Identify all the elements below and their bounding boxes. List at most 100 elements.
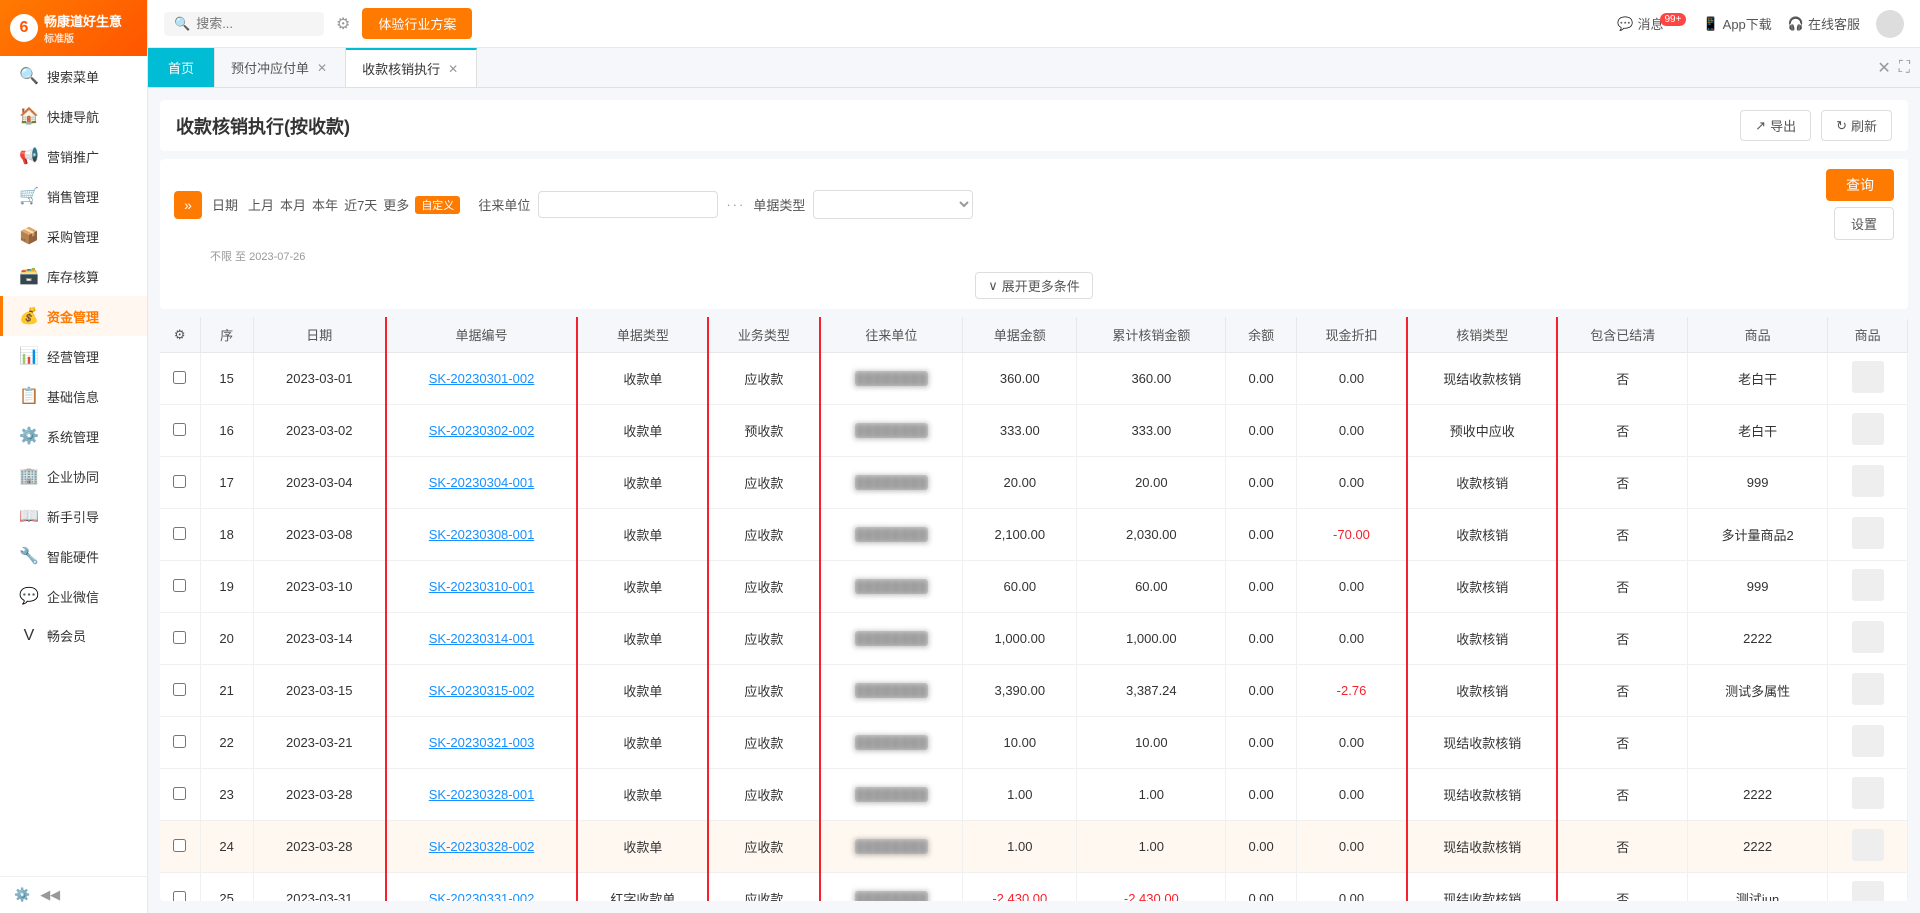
sidebar-label-basic: 基础信息 <box>47 387 99 406</box>
td-checkbox[interactable] <box>160 665 200 717</box>
voucher-no-link[interactable]: SK-20230328-002 <box>429 839 535 854</box>
export-btn[interactable]: ↗ 导出 <box>1740 110 1811 141</box>
query-btn[interactable]: 查询 <box>1826 169 1894 201</box>
gear-icon[interactable]: ⚙ <box>336 14 350 34</box>
date-more[interactable]: 更多 <box>383 195 409 214</box>
sidebar-bottom: ⚙️ ◀◀ <box>0 876 147 913</box>
date-last-month[interactable]: 上月 <box>248 195 274 214</box>
tab-expand-icon[interactable]: ⛶ <box>1899 59 1910 77</box>
message-item[interactable]: 💬 消息 99+ <box>1617 14 1686 33</box>
sidebar-item-quicknav[interactable]: 🏠快捷导航 <box>0 96 147 136</box>
partner-input[interactable] <box>538 191 718 218</box>
table-row[interactable]: 25 2023-03-31 SK-20230331-002 红字收款单 应收款 … <box>160 873 1908 902</box>
table-row[interactable]: 24 2023-03-28 SK-20230328-002 收款单 应收款 ██… <box>160 821 1908 873</box>
tab-home[interactable]: 首页 <box>148 48 215 87</box>
voucher-no-link[interactable]: SK-20230302-002 <box>429 423 535 438</box>
tab-writeoff[interactable]: 收款核销执行 ✕ <box>346 48 477 87</box>
sidebar-item-system[interactable]: ⚙️系统管理 <box>0 416 147 456</box>
td-checkbox[interactable] <box>160 561 200 613</box>
sidebar-item-wechat[interactable]: 💬企业微信 <box>0 576 147 616</box>
td-checkbox[interactable] <box>160 457 200 509</box>
message-icon: 💬 <box>1617 16 1633 32</box>
tab-close-icon[interactable]: ✕ <box>1877 58 1890 78</box>
avatar[interactable] <box>1876 10 1904 38</box>
table-row[interactable]: 23 2023-03-28 SK-20230328-001 收款单 应收款 ██… <box>160 769 1908 821</box>
table-row[interactable]: 18 2023-03-08 SK-20230308-001 收款单 应收款 ██… <box>160 509 1908 561</box>
th-settings[interactable]: ⚙ <box>160 317 200 353</box>
th-cash-discount: 现金折扣 <box>1296 317 1407 353</box>
collapse-icon[interactable]: ◀◀ <box>40 887 60 903</box>
td-checkbox[interactable] <box>160 613 200 665</box>
refresh-btn[interactable]: ↻ 刷新 <box>1821 110 1892 141</box>
td-checkbox[interactable] <box>160 717 200 769</box>
sidebar-item-search[interactable]: 🔍搜索菜单 <box>0 56 147 96</box>
sidebar-item-basic[interactable]: 📋基础信息 <box>0 376 147 416</box>
td-biz-type: 应收款 <box>708 821 819 873</box>
sidebar-icon-marketing: 📢 <box>19 146 39 166</box>
sidebar-item-hardware[interactable]: 🔧智能硬件 <box>0 536 147 576</box>
sidebar-item-sales[interactable]: 🛒销售管理 <box>0 176 147 216</box>
td-voucher-type: 收款单 <box>577 613 708 665</box>
td-checkbox[interactable] <box>160 405 200 457</box>
td-checkbox[interactable] <box>160 509 200 561</box>
td-writeoff-type: 现结收款核销 <box>1407 821 1557 873</box>
sidebar-icon-system: ⚙️ <box>19 426 39 446</box>
td-checkbox[interactable] <box>160 353 200 405</box>
date-this-year[interactable]: 本年 <box>312 195 338 214</box>
table-row[interactable]: 15 2023-03-01 SK-20230301-002 收款单 应收款 ██… <box>160 353 1908 405</box>
sidebar-item-inventory[interactable]: 🗃️库存核算 <box>0 256 147 296</box>
sidebar-item-member[interactable]: V畅会员 <box>0 616 147 655</box>
date-7days[interactable]: 近7天 <box>344 195 377 214</box>
filter-settings-btn[interactable]: 设置 <box>1834 207 1894 240</box>
search-input[interactable] <box>196 16 296 31</box>
expand-more-btn[interactable]: ∨ 展开更多条件 <box>975 272 1093 299</box>
sidebar-item-purchase[interactable]: 📦采购管理 <box>0 216 147 256</box>
td-voucher-type: 收款单 <box>577 509 708 561</box>
tabbar: 首页 预付冲应付单 ✕ 收款核销执行 ✕ ✕ ⛶ <box>148 48 1920 88</box>
table-row[interactable]: 20 2023-03-14 SK-20230314-001 收款单 应收款 ██… <box>160 613 1908 665</box>
sidebar-item-corp[interactable]: 🏢企业协同 <box>0 456 147 496</box>
sidebar-item-finance[interactable]: 💰资金管理 <box>0 296 147 336</box>
voucher-no-link[interactable]: SK-20230315-002 <box>429 683 535 698</box>
td-checkbox[interactable] <box>160 873 200 902</box>
td-writeoff-amount: 10.00 <box>1077 717 1226 769</box>
online-service-item[interactable]: 🎧 在线客服 <box>1788 14 1860 33</box>
td-checkbox[interactable] <box>160 769 200 821</box>
td-balance: 0.00 <box>1226 405 1297 457</box>
tab-prepay-close[interactable]: ✕ <box>315 59 329 77</box>
sidebar-item-guide[interactable]: 📖新手引导 <box>0 496 147 536</box>
voucher-no-link[interactable]: SK-20230331-002 <box>429 891 535 901</box>
voucher-no-link[interactable]: SK-20230321-003 <box>429 735 535 750</box>
td-no: 24 <box>200 821 253 873</box>
td-include-settled: 否 <box>1557 873 1687 902</box>
voucher-no-link[interactable]: SK-20230310-001 <box>429 579 535 594</box>
sidebar-item-marketing[interactable]: 📢营销推广 <box>0 136 147 176</box>
table-row[interactable]: 19 2023-03-10 SK-20230310-001 收款单 应收款 ██… <box>160 561 1908 613</box>
filter-expand-btn[interactable]: » <box>174 191 202 219</box>
app-download-item[interactable]: 📱 App下载 <box>1702 14 1771 33</box>
voucher-no-link[interactable]: SK-20230301-002 <box>429 371 535 386</box>
tab-writeoff-close[interactable]: ✕ <box>446 60 460 78</box>
settings-icon[interactable]: ⚙️ <box>14 887 30 903</box>
sidebar-item-operations[interactable]: 📊经营管理 <box>0 336 147 376</box>
industry-btn[interactable]: 体验行业方案 <box>362 8 472 39</box>
td-amount: 3,390.00 <box>963 665 1077 717</box>
table-scroll[interactable]: ⚙ 序 日期 单据编号 单据类型 业务类型 往来单位 单据金额 累计核销金额 余… <box>160 317 1908 901</box>
td-balance: 0.00 <box>1226 613 1297 665</box>
td-goods-img <box>1828 873 1908 902</box>
voucher-type-select[interactable] <box>813 190 973 219</box>
table-row[interactable]: 22 2023-03-21 SK-20230321-003 收款单 应收款 ██… <box>160 717 1908 769</box>
date-this-month[interactable]: 本月 <box>280 195 306 214</box>
td-writeoff-amount: 333.00 <box>1077 405 1226 457</box>
voucher-no-link[interactable]: SK-20230328-001 <box>429 787 535 802</box>
table-row[interactable]: 17 2023-03-04 SK-20230304-001 收款单 应收款 ██… <box>160 457 1908 509</box>
table-row[interactable]: 16 2023-03-02 SK-20230302-002 收款单 预收款 ██… <box>160 405 1908 457</box>
td-checkbox[interactable] <box>160 821 200 873</box>
table-row[interactable]: 21 2023-03-15 SK-20230315-002 收款单 应收款 ██… <box>160 665 1908 717</box>
voucher-no-link[interactable]: SK-20230304-001 <box>429 475 535 490</box>
date-custom[interactable]: 自定义 <box>415 196 460 214</box>
td-partner: ████████ <box>820 665 963 717</box>
voucher-no-link[interactable]: SK-20230308-001 <box>429 527 535 542</box>
voucher-no-link[interactable]: SK-20230314-001 <box>429 631 535 646</box>
tab-prepay[interactable]: 预付冲应付单 ✕ <box>215 48 346 87</box>
